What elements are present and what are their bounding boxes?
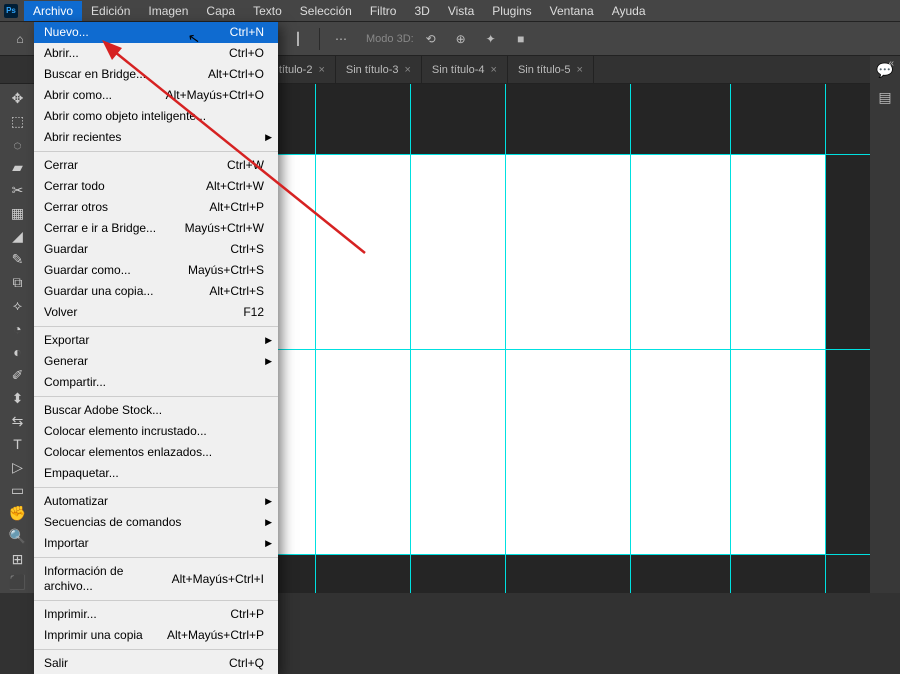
menu-item[interactable]: Abrir como...Alt+Mayús+Ctrl+O	[34, 85, 278, 106]
menu-item[interactable]: Secuencias de comandos▶	[34, 512, 278, 533]
menu-imagen[interactable]: Imagen	[139, 1, 197, 21]
dolly-icon[interactable]: ✦	[478, 27, 504, 51]
menu-3d[interactable]: 3D	[405, 1, 438, 21]
tools-panel: ✥⬚◌▰✂▦◢✎⧉⟡◔ ◐✐⬍⇆T▷▭✊🔍⊞⬛	[0, 84, 35, 593]
tool-button[interactable]: ⬍	[4, 388, 32, 409]
submenu-arrow-icon: ▶	[265, 333, 272, 348]
menu-item[interactable]: Cerrar otrosAlt+Ctrl+P	[34, 197, 278, 218]
menu-capa[interactable]: Capa	[197, 1, 244, 21]
menu-archivo[interactable]: Archivo	[24, 1, 82, 21]
tool-button[interactable]: ◐	[4, 342, 32, 363]
modo-3d-label: Modo 3D:	[366, 33, 414, 45]
tool-button[interactable]: ✎	[4, 249, 32, 270]
menubar: Ps ArchivoEdiciónImagenCapaTextoSelecció…	[0, 0, 900, 22]
tool-button[interactable]: ⬚	[4, 111, 32, 132]
menu-item[interactable]: SalirCtrl+Q	[34, 653, 278, 674]
submenu-arrow-icon: ▶	[265, 515, 272, 530]
close-tab-icon[interactable]: ×	[404, 64, 410, 76]
menu-item[interactable]: Información de archivo...Alt+Mayús+Ctrl+…	[34, 561, 278, 597]
menu-item[interactable]: Empaquetar...	[34, 463, 278, 484]
collapse-panels-icon[interactable]: «	[888, 58, 894, 69]
document-tab[interactable]: Sin título-3×	[336, 56, 422, 84]
close-tab-icon[interactable]: ×	[491, 64, 497, 76]
menu-item[interactable]: Cerrar e ir a Bridge...Mayús+Ctrl+W	[34, 218, 278, 239]
menu-item[interactable]: Generar▶	[34, 351, 278, 372]
menu-item[interactable]: Buscar en Bridge...Alt+Ctrl+O	[34, 64, 278, 85]
distribute-h-icon[interactable]: ┃	[285, 27, 311, 51]
menu-item[interactable]: Importar▶	[34, 533, 278, 554]
menu-item[interactable]: CerrarCtrl+W	[34, 155, 278, 176]
menu-item[interactable]: Colocar elemento incrustado...	[34, 421, 278, 442]
menu-ventana[interactable]: Ventana	[541, 1, 603, 21]
tool-button[interactable]: ▦	[4, 203, 32, 224]
menu-edición[interactable]: Edición	[82, 1, 139, 21]
tool-button[interactable]: ✥	[4, 88, 32, 109]
close-tab-icon[interactable]: ×	[577, 64, 583, 76]
home-icon[interactable]: ⌂	[8, 27, 32, 51]
file-menu-dropdown: Nuevo...Ctrl+NAbrir...Ctrl+OBuscar en Br…	[34, 22, 278, 674]
menu-item[interactable]: Nuevo...Ctrl+N	[34, 22, 278, 43]
tool-button[interactable]: 🔍	[4, 526, 32, 547]
menu-item[interactable]: Imprimir...Ctrl+P	[34, 604, 278, 625]
tool-button[interactable]: ✐	[4, 365, 32, 386]
tool-button[interactable]: ✂	[4, 180, 32, 201]
submenu-arrow-icon: ▶	[265, 536, 272, 551]
properties-panel-icon[interactable]: ▤	[878, 89, 891, 106]
submenu-arrow-icon: ▶	[265, 494, 272, 509]
menu-vista[interactable]: Vista	[439, 1, 483, 21]
menu-plugins[interactable]: Plugins	[483, 1, 540, 21]
menu-item[interactable]: GuardarCtrl+S	[34, 239, 278, 260]
tool-button[interactable]: ⬛	[4, 572, 32, 593]
menu-item[interactable]: Buscar Adobe Stock...	[34, 400, 278, 421]
menu-item[interactable]: Abrir recientes▶	[34, 127, 278, 148]
menu-item[interactable]: Automatizar▶	[34, 491, 278, 512]
document-tab[interactable]: Sin título-4×	[422, 56, 508, 84]
menu-item[interactable]: Imprimir una copiaAlt+Mayús+Ctrl+P	[34, 625, 278, 646]
document-tab[interactable]: Sin título-5×	[508, 56, 594, 84]
menu-filtro[interactable]: Filtro	[361, 1, 406, 21]
tool-button[interactable]: ⇆	[4, 411, 32, 432]
menu-texto[interactable]: Texto	[244, 1, 291, 21]
tool-button[interactable]: ▰	[4, 157, 32, 178]
menu-item[interactable]: Guardar como...Mayús+Ctrl+S	[34, 260, 278, 281]
orbit-icon[interactable]: ⟲	[418, 27, 444, 51]
tool-button[interactable]: ◢	[4, 226, 32, 247]
tool-button[interactable]: ⟡	[4, 295, 32, 316]
camera-icon[interactable]: ■	[508, 27, 534, 51]
submenu-arrow-icon: ▶	[265, 354, 272, 369]
panels-dock: « 💬 ▤	[870, 56, 900, 593]
tool-button[interactable]: T	[4, 434, 32, 455]
tool-button[interactable]: ▷	[4, 457, 32, 478]
pan-icon[interactable]: ⊕	[448, 27, 474, 51]
submenu-arrow-icon: ▶	[265, 130, 272, 145]
menu-item[interactable]: Guardar una copia...Alt+Ctrl+S	[34, 281, 278, 302]
menu-item[interactable]: Cerrar todoAlt+Ctrl+W	[34, 176, 278, 197]
menu-item[interactable]: Compartir...	[34, 372, 278, 393]
menu-item[interactable]: Abrir...Ctrl+O	[34, 43, 278, 64]
tool-button[interactable]: ▭	[4, 480, 32, 501]
tool-button[interactable]: ◌	[4, 134, 32, 155]
tool-button[interactable]: ⊞	[4, 549, 32, 570]
close-tab-icon[interactable]: ×	[318, 64, 324, 76]
tool-button[interactable]: ◔	[4, 318, 32, 339]
menu-item[interactable]: VolverF12	[34, 302, 278, 323]
menu-selección[interactable]: Selección	[291, 1, 361, 21]
tool-button[interactable]: ✊	[4, 503, 32, 524]
more-options-icon[interactable]: ⋯	[328, 27, 354, 51]
app-logo: Ps	[4, 4, 18, 18]
menu-item[interactable]: Exportar▶	[34, 330, 278, 351]
tool-button[interactable]: ⧉	[4, 272, 32, 293]
menu-ayuda[interactable]: Ayuda	[603, 1, 655, 21]
menu-item[interactable]: Abrir como objeto inteligente...	[34, 106, 278, 127]
menu-item[interactable]: Colocar elementos enlazados...	[34, 442, 278, 463]
